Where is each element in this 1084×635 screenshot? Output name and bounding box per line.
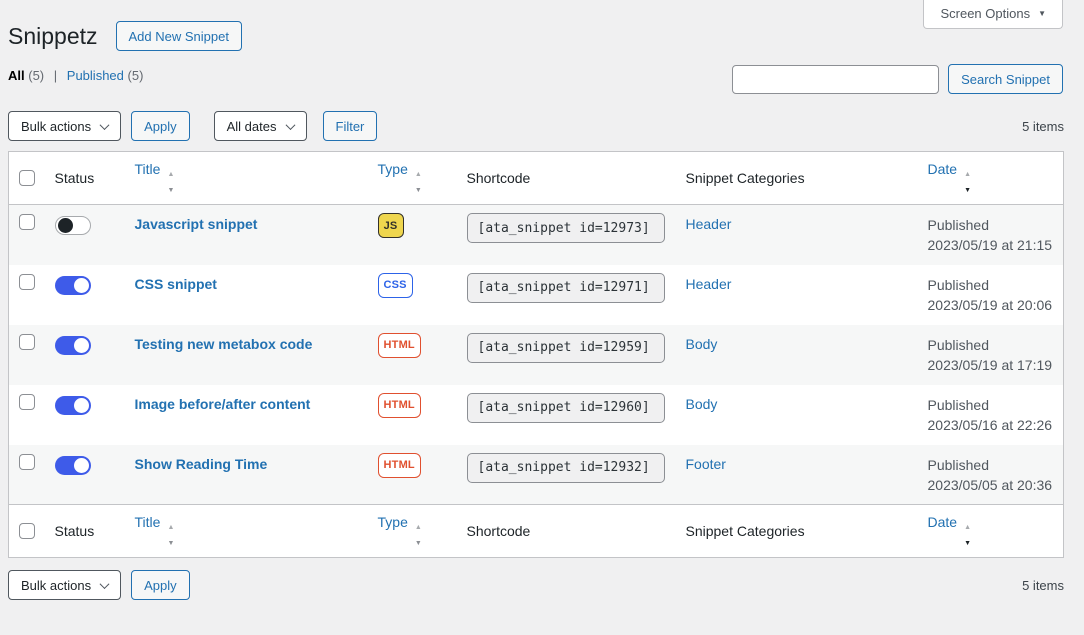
- column-footer-shortcode: Shortcode: [457, 505, 676, 558]
- category-link[interactable]: Header: [686, 276, 732, 292]
- toggle-knob: [74, 458, 89, 473]
- row-checkbox[interactable]: [19, 214, 35, 230]
- category-link[interactable]: Body: [686, 396, 718, 412]
- items-count: 5 items: [1022, 119, 1064, 134]
- view-published-link[interactable]: Published (5): [67, 68, 144, 83]
- category-link[interactable]: Footer: [686, 456, 726, 472]
- toggle-knob: [74, 278, 89, 293]
- page-header: Snippetz Add New Snippet: [8, 0, 1064, 51]
- snippet-title-link[interactable]: Image before/after content: [135, 396, 311, 412]
- search-box: Search Snippet: [732, 64, 1063, 94]
- snippet-title-link[interactable]: Testing new metabox code: [135, 336, 313, 352]
- snippet-title-link[interactable]: Show Reading Time: [135, 456, 268, 472]
- sort-icon: [964, 516, 971, 548]
- chevron-down-icon: [285, 120, 295, 130]
- shortcode-field[interactable]: [467, 393, 665, 423]
- screen-options-button[interactable]: Screen Options ▼: [923, 0, 1063, 29]
- column-header-date[interactable]: Date: [918, 152, 1064, 205]
- column-header-type[interactable]: Type: [368, 152, 457, 205]
- column-header-status: Status: [45, 152, 125, 205]
- column-header-shortcode: Shortcode: [457, 152, 676, 205]
- snippet-title-link[interactable]: Javascript snippet: [135, 216, 258, 232]
- chevron-down-icon: [100, 579, 110, 589]
- apply-button-bottom[interactable]: Apply: [131, 570, 190, 600]
- status-toggle[interactable]: [55, 396, 91, 415]
- select-all-checkbox[interactable]: [19, 523, 35, 539]
- type-badge: CSS: [378, 273, 413, 298]
- sort-icon: [167, 163, 174, 195]
- snippets-table: Status Title Type Shortcode Snippet Cate…: [8, 151, 1064, 558]
- add-new-snippet-button[interactable]: Add New Snippet: [116, 21, 242, 51]
- sort-icon: [167, 516, 174, 548]
- category-link[interactable]: Header: [686, 216, 732, 232]
- column-footer-date[interactable]: Date: [918, 505, 1064, 558]
- table-row: Javascript snippet JS Header Published20…: [9, 205, 1064, 265]
- table-body: Javascript snippet JS Header Published20…: [9, 205, 1064, 505]
- column-footer-title[interactable]: Title: [125, 505, 368, 558]
- view-all-link[interactable]: All (5): [8, 68, 48, 83]
- table-row: Show Reading Time HTML Footer Published2…: [9, 445, 1064, 505]
- toggle-knob: [74, 398, 89, 413]
- table-row: Testing new metabox code HTML Body Publi…: [9, 325, 1064, 385]
- toggle-knob: [58, 218, 73, 233]
- status-toggle[interactable]: [55, 276, 91, 295]
- items-count-bottom: 5 items: [1022, 578, 1064, 593]
- table-header: Status Title Type Shortcode Snippet Cate…: [9, 152, 1064, 205]
- table-row: CSS snippet CSS Header Published2023/05/…: [9, 265, 1064, 325]
- chevron-down-icon: ▼: [1038, 9, 1046, 18]
- shortcode-field[interactable]: [467, 453, 665, 483]
- filter-button[interactable]: Filter: [323, 111, 378, 141]
- row-checkbox[interactable]: [19, 454, 35, 470]
- shortcode-field[interactable]: [467, 333, 665, 363]
- toggle-knob: [74, 338, 89, 353]
- page-title: Snippetz: [8, 22, 98, 51]
- type-badge: HTML: [378, 333, 421, 358]
- table-row: Image before/after content HTML Body Pub…: [9, 385, 1064, 445]
- sort-icon: [415, 163, 422, 195]
- type-badge: HTML: [378, 453, 421, 478]
- type-badge: JS: [378, 213, 404, 238]
- row-checkbox[interactable]: [19, 274, 35, 290]
- table-footer: Status Title Type Shortcode Snippet Cate…: [9, 505, 1064, 558]
- sort-icon: [964, 163, 971, 195]
- column-footer-status: Status: [45, 505, 125, 558]
- column-header-categories: Snippet Categories: [676, 152, 918, 205]
- view-separator: |: [54, 68, 57, 83]
- search-input[interactable]: [732, 65, 939, 94]
- category-link[interactable]: Body: [686, 336, 718, 352]
- snippet-title-link[interactable]: CSS snippet: [135, 276, 217, 292]
- column-footer-type[interactable]: Type: [368, 505, 457, 558]
- row-checkbox[interactable]: [19, 394, 35, 410]
- row-checkbox[interactable]: [19, 334, 35, 350]
- date-cell: Published2023/05/16 at 22:26: [918, 385, 1064, 445]
- sort-icon: [415, 516, 422, 548]
- shortcode-field[interactable]: [467, 273, 665, 303]
- type-badge: HTML: [378, 393, 421, 418]
- chevron-down-icon: [100, 120, 110, 130]
- bulk-actions-select[interactable]: Bulk actions: [8, 111, 121, 141]
- bulk-actions-select-bottom[interactable]: Bulk actions: [8, 570, 121, 600]
- screen-options-label: Screen Options: [940, 6, 1030, 21]
- column-header-title[interactable]: Title: [125, 152, 368, 205]
- status-toggle[interactable]: [55, 336, 91, 355]
- shortcode-field[interactable]: [467, 213, 665, 243]
- dates-filter-select[interactable]: All dates: [214, 111, 307, 141]
- date-cell: Published2023/05/05 at 20:36: [918, 445, 1064, 505]
- apply-button[interactable]: Apply: [131, 111, 190, 141]
- select-all-checkbox[interactable]: [19, 170, 35, 186]
- status-toggle[interactable]: [55, 456, 91, 475]
- tablenav-bottom: Bulk actions Apply 5 items: [8, 570, 1064, 600]
- date-cell: Published2023/05/19 at 17:19: [918, 325, 1064, 385]
- tablenav-top: Bulk actions Apply All dates Filter 5 it…: [8, 111, 1064, 141]
- status-toggle[interactable]: [55, 216, 91, 235]
- date-cell: Published2023/05/19 at 20:06: [918, 265, 1064, 325]
- date-cell: Published2023/05/19 at 21:15: [918, 205, 1064, 265]
- column-footer-categories: Snippet Categories: [676, 505, 918, 558]
- search-snippet-button[interactable]: Search Snippet: [948, 64, 1063, 94]
